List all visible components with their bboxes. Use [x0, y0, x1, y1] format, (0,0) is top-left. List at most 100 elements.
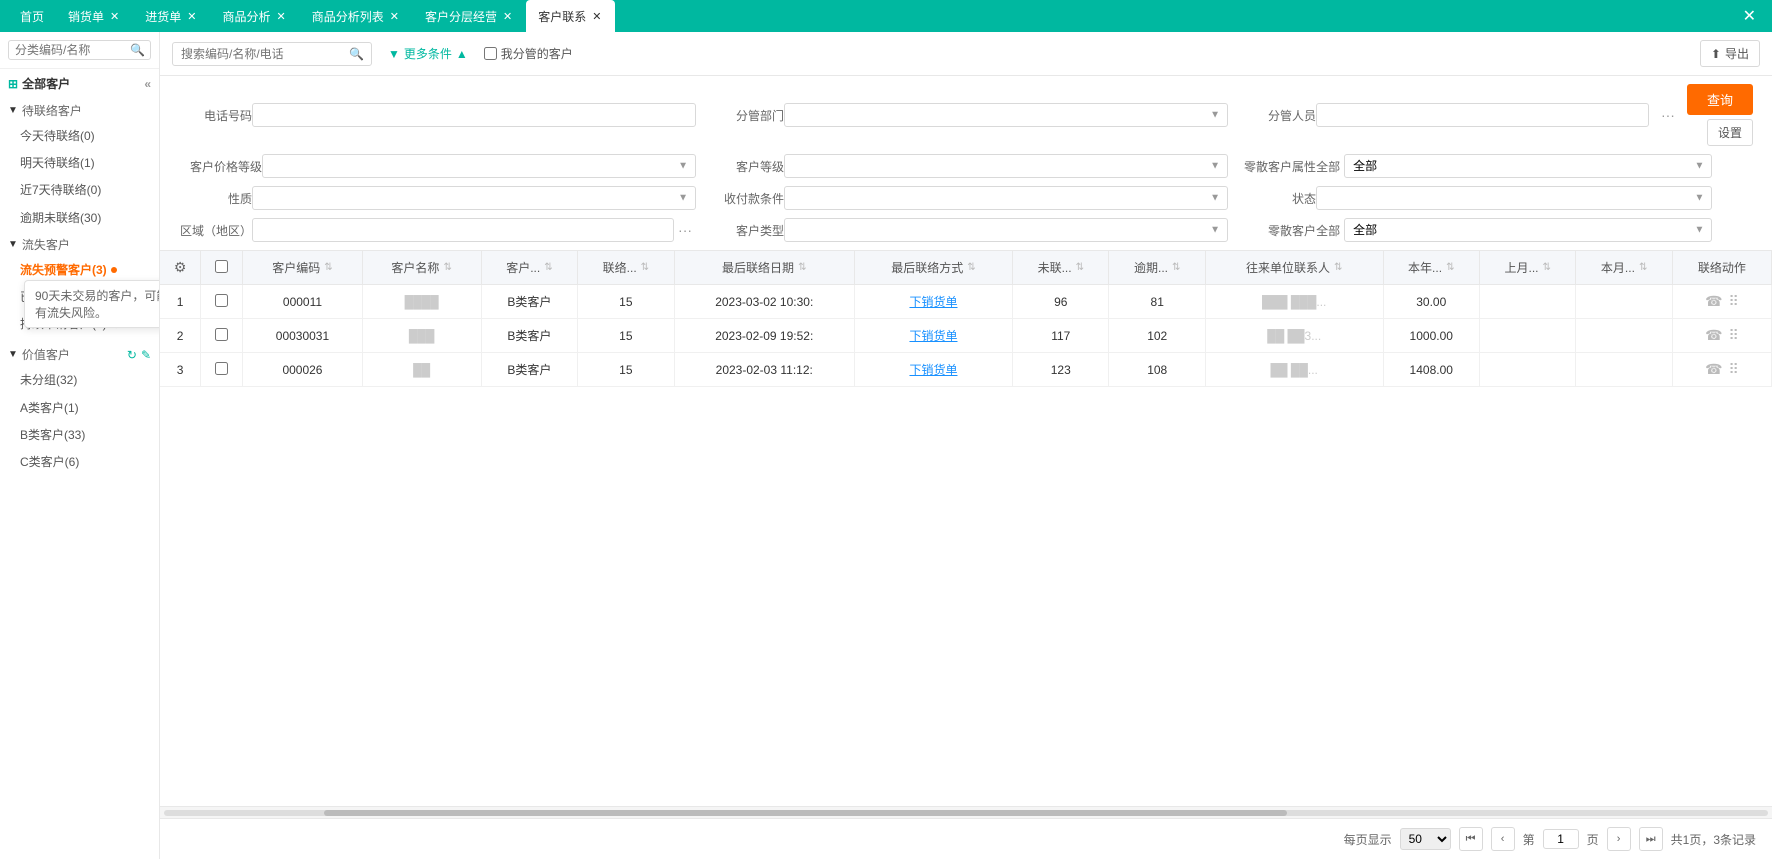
sidebar-item-class-c[interactable]: C类客户(6)	[0, 449, 159, 476]
price-grade-select[interactable]	[262, 154, 696, 178]
type-sort-icon[interactable]: ⇅	[544, 262, 552, 273]
dept-select[interactable]	[784, 103, 1228, 127]
code-sort-icon[interactable]: ⇅	[324, 262, 332, 273]
th-last-contact-method[interactable]: 最后联络方式 ⇅	[854, 251, 1012, 285]
tab-purchase-close[interactable]: ✕	[185, 10, 198, 23]
tab-product-list[interactable]: 商品分析列表 ✕	[300, 0, 413, 32]
sidebar-item-week[interactable]: 近7天待联络(0)	[0, 177, 159, 204]
th-overdue[interactable]: 逾期... ⇅	[1109, 251, 1205, 285]
manager-input[interactable]	[1316, 103, 1649, 127]
th-this-year[interactable]: 本年... ⇅	[1383, 251, 1479, 285]
th-contact-person[interactable]: 往来单位联系人 ⇅	[1205, 251, 1383, 285]
action-contact-icon-2[interactable]: ☎	[1705, 361, 1722, 378]
zero-cust-select[interactable]: 全部	[1344, 218, 1712, 242]
last-page-button[interactable]: ⏭	[1639, 827, 1663, 851]
th-this-month[interactable]: 本月... ⇅	[1576, 251, 1672, 285]
action-more-icon-2[interactable]: ⠿	[1729, 361, 1739, 378]
row1-ellipsis-button[interactable]: ···	[1657, 107, 1679, 123]
tab-purchase[interactable]: 进货单 ✕	[133, 0, 210, 32]
zero-attr-select[interactable]: 全部	[1344, 154, 1712, 178]
col-settings-button[interactable]: ⚙	[174, 259, 187, 276]
action-more-icon-0[interactable]: ⠿	[1729, 293, 1739, 310]
cell-last-method-0[interactable]: 下销货单	[854, 285, 1012, 319]
page-input[interactable]	[1543, 829, 1579, 849]
th-checkbox[interactable]	[201, 251, 243, 285]
sidebar-item-ungroup[interactable]: 未分组(32)	[0, 367, 159, 394]
query-button[interactable]: 查询	[1687, 84, 1753, 115]
tab-customer-contact-close[interactable]: ✕	[590, 10, 603, 23]
contact-count-sort-icon[interactable]: ⇅	[641, 262, 649, 273]
tab-product-list-close[interactable]: ✕	[388, 10, 401, 23]
th-not-contacted[interactable]: 未联... ⇅	[1013, 251, 1109, 285]
th-type[interactable]: 客户... ⇅	[481, 251, 577, 285]
nature-select[interactable]	[252, 186, 696, 210]
last-method-link-0[interactable]: 下销货单	[909, 295, 957, 309]
this-month-sort-icon[interactable]: ⇅	[1639, 262, 1647, 273]
next-page-button[interactable]: ›	[1607, 827, 1631, 851]
scrollbar-track[interactable]	[164, 810, 1768, 816]
th-code[interactable]: 客户编码 ⇅	[243, 251, 362, 285]
last-date-sort-icon[interactable]: ⇅	[798, 262, 806, 273]
window-close-button[interactable]: ✕	[1735, 6, 1764, 26]
row-checkbox-0[interactable]	[215, 294, 228, 307]
last-method-link-1[interactable]: 下销货单	[909, 329, 957, 343]
sidebar-item-class-b[interactable]: B类客户(33)	[0, 422, 159, 449]
tab-customer-contact[interactable]: 客户联系 ✕	[526, 0, 615, 32]
th-settings[interactable]: ⚙	[160, 251, 201, 285]
sidebar-all-customers[interactable]: ⊞ 全部客户 «	[0, 69, 159, 98]
last-month-sort-icon[interactable]: ⇅	[1543, 262, 1551, 273]
payment-select[interactable]	[784, 186, 1228, 210]
region-ellipsis-button[interactable]: ···	[674, 222, 696, 238]
sidebar-item-overdue[interactable]: 逾期未联络(30)	[0, 205, 159, 232]
cell-last-method-1[interactable]: 下销货单	[854, 319, 1012, 353]
search-input[interactable]	[172, 42, 372, 66]
tab-customer-layer[interactable]: 客户分层经营 ✕	[413, 0, 526, 32]
tab-home[interactable]: 首页	[8, 0, 56, 32]
first-page-button[interactable]: ⏮	[1459, 827, 1483, 851]
cell-check-0[interactable]	[201, 285, 243, 319]
cust-type-select[interactable]	[784, 218, 1228, 242]
overdue-sort-icon[interactable]: ⇅	[1172, 262, 1180, 273]
region-input[interactable]	[252, 218, 674, 242]
sidebar-lost-group[interactable]: ▼ 流失客户	[0, 232, 159, 257]
sidebar-pending-group[interactable]: ▼ 待联络客户	[0, 98, 159, 123]
action-contact-icon-0[interactable]: ☎	[1705, 293, 1722, 310]
tab-customer-layer-close[interactable]: ✕	[501, 10, 514, 23]
more-conditions-button[interactable]: ▼ 更多条件 ▲	[380, 41, 476, 66]
sidebar-item-class-a[interactable]: A类客户(1)	[0, 395, 159, 422]
settings-button[interactable]: 设置	[1707, 119, 1753, 146]
cell-last-method-2[interactable]: 下销货单	[854, 353, 1012, 387]
sidebar-collapse-icon[interactable]: «	[144, 77, 151, 91]
sidebar-item-tomorrow[interactable]: 明天待联络(1)	[0, 150, 159, 177]
last-method-link-2[interactable]: 下销货单	[909, 363, 957, 377]
row-checkbox-1[interactable]	[215, 328, 228, 341]
scrollbar-thumb[interactable]	[324, 810, 1286, 816]
tab-sales[interactable]: 销货单 ✕	[56, 0, 133, 32]
action-contact-icon-1[interactable]: ☎	[1705, 327, 1722, 344]
tab-product-analysis[interactable]: 商品分析 ✕	[210, 0, 299, 32]
action-more-icon-1[interactable]: ⠿	[1729, 327, 1739, 344]
row-checkbox-2[interactable]	[215, 362, 228, 375]
name-sort-icon[interactable]: ⇅	[443, 262, 451, 273]
th-last-contact-date[interactable]: 最后联络日期 ⇅	[674, 251, 854, 285]
export-button[interactable]: ⬆ 导出	[1700, 40, 1760, 67]
horizontal-scrollbar[interactable]	[160, 806, 1772, 818]
contact-person-sort-icon[interactable]: ⇅	[1334, 262, 1342, 273]
this-year-sort-icon[interactable]: ⇅	[1446, 262, 1454, 273]
last-method-sort-icon[interactable]: ⇅	[967, 262, 975, 273]
per-page-select[interactable]: 50 100	[1400, 828, 1451, 850]
phone-input[interactable]	[252, 103, 696, 127]
my-customers-check-input[interactable]	[484, 47, 497, 60]
my-customers-checkbox[interactable]: 我分管的客户	[484, 45, 573, 62]
cell-check-1[interactable]	[201, 319, 243, 353]
tab-product-analysis-close[interactable]: ✕	[275, 10, 288, 23]
status-select[interactable]	[1316, 186, 1712, 210]
not-contacted-sort-icon[interactable]: ⇅	[1076, 262, 1084, 273]
th-last-month[interactable]: 上月... ⇅	[1479, 251, 1575, 285]
tab-sales-close[interactable]: ✕	[108, 10, 121, 23]
prev-page-button[interactable]: ‹	[1491, 827, 1515, 851]
sidebar-value-group[interactable]: ▼ 价值客户 ↻ ✎	[0, 342, 159, 367]
select-all-checkbox[interactable]	[215, 260, 228, 273]
sidebar-item-today[interactable]: 今天待联络(0)	[0, 123, 159, 150]
cell-check-2[interactable]	[201, 353, 243, 387]
